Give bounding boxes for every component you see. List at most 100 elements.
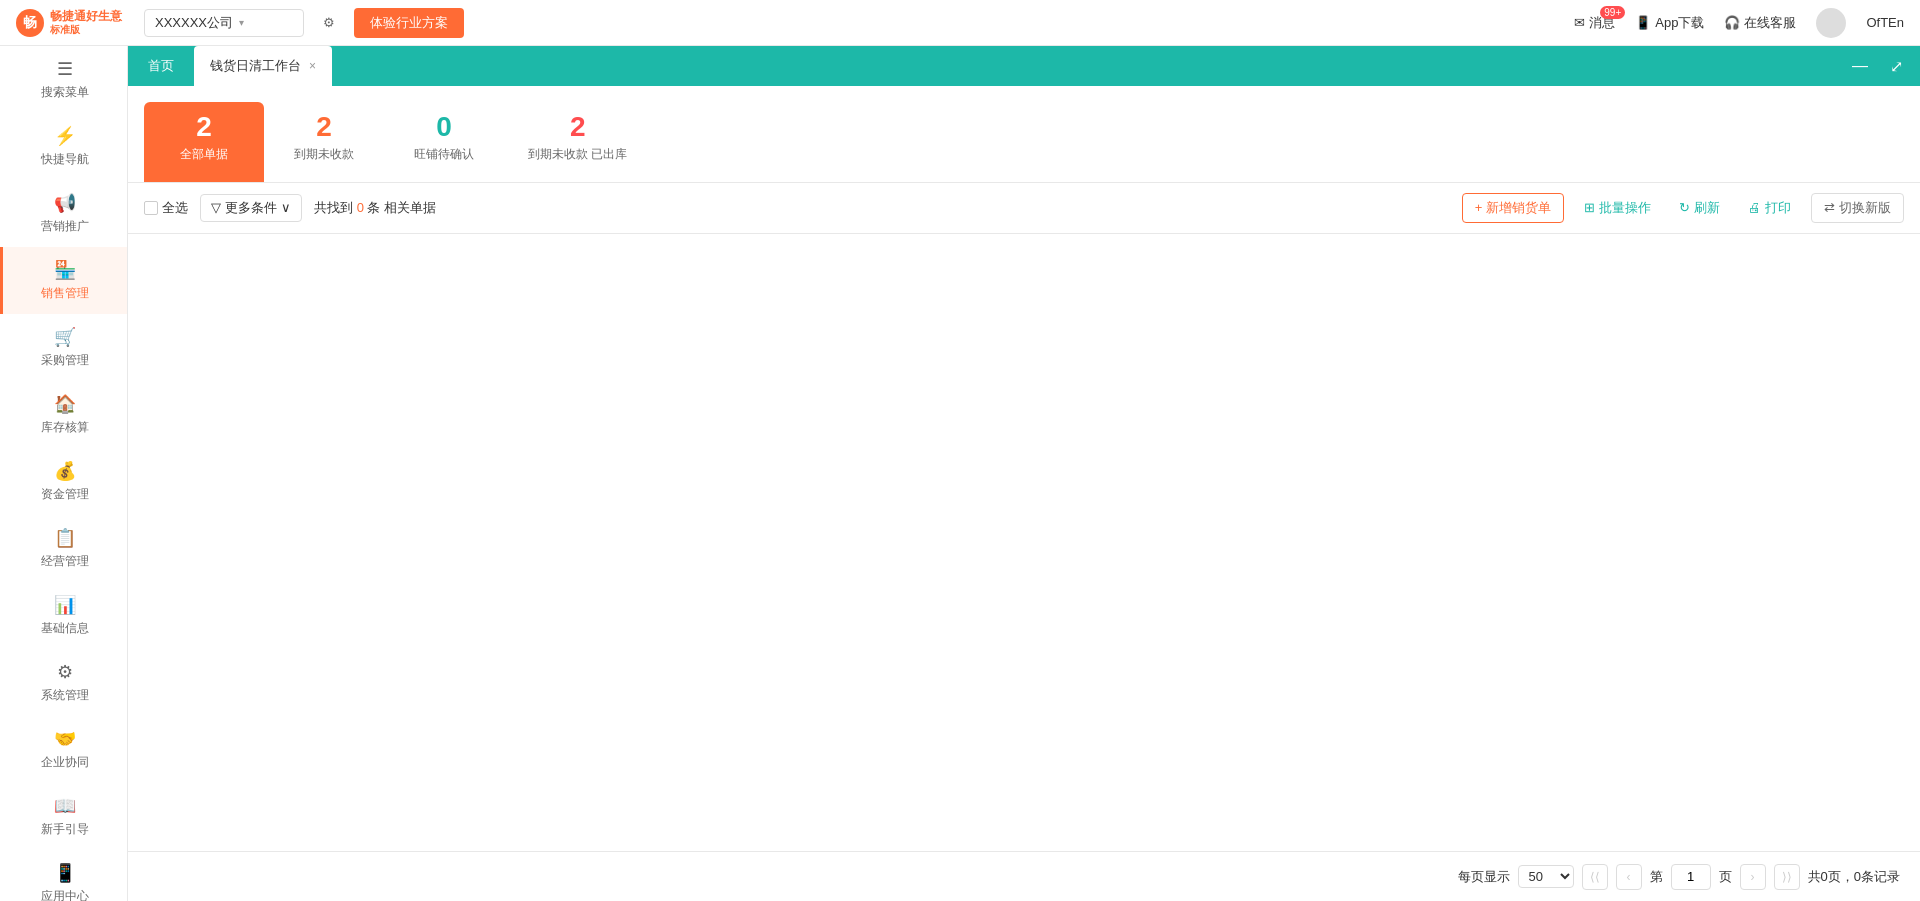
stat-shipped-number: 2 xyxy=(528,110,627,144)
sidebar-item-cooperation[interactable]: 🤝 企业协同 xyxy=(0,716,127,783)
sidebar-item-quick-nav[interactable]: ⚡ 快捷导航 xyxy=(0,113,127,180)
company-name: XXXXXX公司 xyxy=(155,14,233,32)
stat-all-number: 2 xyxy=(168,110,240,144)
sidebar-label-inventory: 库存核算 xyxy=(41,419,89,436)
guide-icon: 📖 xyxy=(54,795,76,817)
sidebar-item-inventory[interactable]: 🏠 库存核算 xyxy=(0,381,127,448)
sidebar-item-system[interactable]: ⚙ 系统管理 xyxy=(0,649,127,716)
stat-card-all[interactable]: 2 全部单据 xyxy=(144,102,264,182)
search-menu-icon: ☰ xyxy=(57,58,73,80)
sidebar-label-system: 系统管理 xyxy=(41,687,89,704)
tab-expand-button[interactable]: ⤢ xyxy=(1882,52,1910,80)
header-right: ✉ 消息 99+ 📱 App下载 🎧 在线客服 OfTEn xyxy=(1574,8,1904,38)
last-page-button[interactable]: ⟩⟩ xyxy=(1774,864,1800,890)
found-unit: 条 xyxy=(367,200,380,215)
purchase-icon: 🛒 xyxy=(54,326,76,348)
tab-close-button[interactable]: × xyxy=(309,59,316,73)
page-number-input[interactable]: 1 xyxy=(1671,864,1711,890)
top-header: 畅 畅捷通好生意 标准版 XXXXXX公司 ▾ ⚙ 体验行业方案 ✉ 消息 99… xyxy=(0,0,1920,46)
total-records-label: 共0页，0条记录 xyxy=(1808,868,1900,886)
quick-nav-icon: ⚡ xyxy=(54,125,76,147)
refresh-button[interactable]: ↻ 刷新 xyxy=(1671,195,1728,221)
app-download-item[interactable]: 📱 App下载 xyxy=(1635,14,1704,32)
pagination-bar: 每页显示 50 100 200 ⟨⟨ ‹ 第 1 页 › ⟩⟩ 共0页，0条记录 xyxy=(128,851,1920,901)
stat-card-shipped[interactable]: 2 到期未收款 已出库 xyxy=(504,102,651,182)
stat-card-pending[interactable]: 0 旺铺待确认 xyxy=(384,102,504,182)
stat-pending-label: 旺铺待确认 xyxy=(408,146,480,163)
tab-minimize-button[interactable]: — xyxy=(1846,52,1874,80)
sales-icon: 🏪 xyxy=(54,259,76,281)
content-area: 首页 钱货日清工作台 × — ⤢ 2 全部单据 2 到期未收款 xyxy=(128,46,1920,901)
system-icon: ⚙ xyxy=(57,661,73,683)
sidebar-item-basic-info[interactable]: 📊 基础信息 xyxy=(0,582,127,649)
company-dropdown-arrow: ▾ xyxy=(239,17,244,28)
messages-item[interactable]: ✉ 消息 99+ xyxy=(1574,14,1615,32)
prev-page-button[interactable]: ‹ xyxy=(1616,864,1642,890)
select-all-checkbox[interactable]: 全选 xyxy=(144,199,188,217)
tab-home[interactable]: 首页 xyxy=(128,46,194,86)
settings-icon[interactable]: ⚙ xyxy=(314,8,344,38)
stat-pending-number: 0 xyxy=(408,110,480,144)
filter-button[interactable]: ▽ 更多条件 ∨ xyxy=(200,194,302,222)
logo-icon: 畅 xyxy=(16,9,44,37)
sidebar-item-marketing[interactable]: 📢 营销推广 xyxy=(0,180,127,247)
found-text: 共找到 0 条 相关单据 xyxy=(314,199,436,217)
batch-icon: ⊞ xyxy=(1584,200,1595,215)
refresh-icon: ↻ xyxy=(1679,200,1690,215)
sidebar-item-sales[interactable]: 🏪 销售管理 xyxy=(0,247,127,314)
per-page-label: 每页显示 xyxy=(1458,868,1510,886)
sidebar-label-cooperation: 企业协同 xyxy=(41,754,89,771)
stat-shipped-label: 到期未收款 已出库 xyxy=(528,146,627,163)
tab-active[interactable]: 钱货日清工作台 × xyxy=(194,46,332,86)
print-label: 打印 xyxy=(1765,199,1791,217)
page-prefix-label: 第 xyxy=(1650,868,1663,886)
next-page-button[interactable]: › xyxy=(1740,864,1766,890)
switch-version-button[interactable]: ⇄ 切换新版 xyxy=(1811,193,1904,223)
batch-operation-button[interactable]: ⊞ 批量操作 xyxy=(1576,195,1659,221)
company-selector[interactable]: XXXXXX公司 ▾ xyxy=(144,9,304,37)
sidebar-label-operations: 经营管理 xyxy=(41,553,89,570)
phone-icon: 📱 xyxy=(1635,15,1651,30)
found-prefix: 共找到 xyxy=(314,200,353,215)
logo-text: 畅捷通好生意 标准版 xyxy=(50,9,122,35)
basic-info-icon: 📊 xyxy=(54,594,76,616)
sidebar-label-guide: 新手引导 xyxy=(41,821,89,838)
sidebar-item-search-menu[interactable]: ☰ 搜索菜单 xyxy=(0,46,127,113)
trial-button[interactable]: 体验行业方案 xyxy=(354,8,464,38)
toolbar: 全选 ▽ 更多条件 ∨ 共找到 0 条 相关单据 + 新增销货单 ⊞ xyxy=(128,183,1920,234)
stat-card-overdue[interactable]: 2 到期未收款 xyxy=(264,102,384,182)
sidebar-item-finance[interactable]: 💰 资金管理 xyxy=(0,448,127,515)
stat-all-label: 全部单据 xyxy=(168,146,240,163)
per-page-select[interactable]: 50 100 200 xyxy=(1518,865,1574,888)
refresh-label: 刷新 xyxy=(1694,199,1720,217)
tab-bar: 首页 钱货日清工作台 × — ⤢ xyxy=(128,46,1920,86)
messages-badge: 99+ xyxy=(1600,6,1625,19)
operations-icon: 📋 xyxy=(54,527,76,549)
switch-icon: ⇄ xyxy=(1824,200,1835,215)
filter-arrow-icon: ∨ xyxy=(281,200,291,215)
logo-line2: 标准版 xyxy=(50,24,122,36)
new-sale-button[interactable]: + 新增销货单 xyxy=(1462,193,1564,223)
select-all-label: 全选 xyxy=(162,199,188,217)
first-page-button[interactable]: ⟨⟨ xyxy=(1582,864,1608,890)
sidebar-item-purchase[interactable]: 🛒 采购管理 xyxy=(0,314,127,381)
page-unit-label: 页 xyxy=(1719,868,1732,886)
username-area[interactable]: OfTEn xyxy=(1866,15,1904,30)
logo-area: 畅 畅捷通好生意 标准版 xyxy=(16,9,144,37)
marketing-icon: 📢 xyxy=(54,192,76,214)
sidebar: ☰ 搜索菜单 ⚡ 快捷导航 📢 营销推广 🏪 销售管理 🛒 采购管理 🏠 库存核… xyxy=(0,46,128,901)
sidebar-item-app-center[interactable]: 📱 应用中心 xyxy=(0,850,127,901)
sidebar-label-marketing: 营销推广 xyxy=(41,218,89,235)
checkbox-input[interactable] xyxy=(144,201,158,215)
sidebar-item-guide[interactable]: 📖 新手引导 xyxy=(0,783,127,850)
inventory-icon: 🏠 xyxy=(54,393,76,415)
user-avatar[interactable] xyxy=(1816,8,1846,38)
sidebar-item-operations[interactable]: 📋 经营管理 xyxy=(0,515,127,582)
found-suffix: 相关单据 xyxy=(384,200,436,215)
online-service-item[interactable]: 🎧 在线客服 xyxy=(1724,14,1796,32)
filter-icon: ▽ xyxy=(211,200,221,215)
app-center-icon: 📱 xyxy=(54,862,76,884)
tab-active-label: 钱货日清工作台 xyxy=(210,57,301,75)
print-button[interactable]: 🖨 打印 xyxy=(1740,195,1799,221)
tab-bar-controls: — ⤢ xyxy=(1846,52,1920,80)
